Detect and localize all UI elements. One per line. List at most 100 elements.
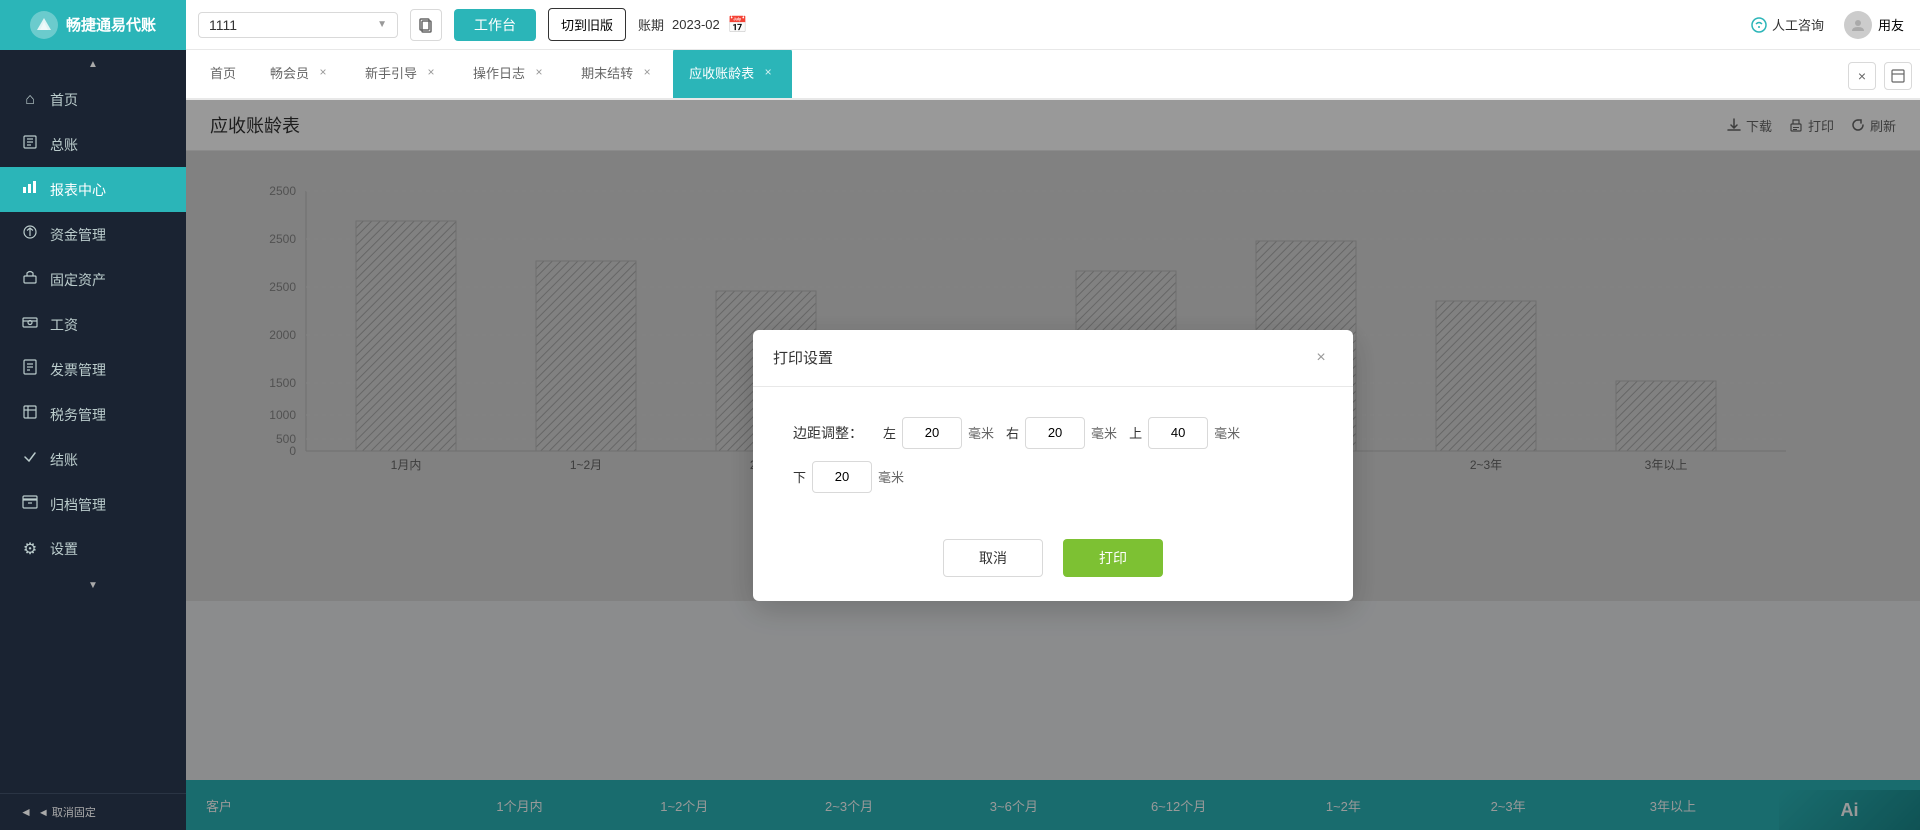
cancel-button[interactable]: 取消 (943, 539, 1043, 577)
sidebar-item-salary-label: 工资 (50, 315, 78, 335)
print-dialog: 打印设置 × 边距调整： 左 毫米 右 (753, 330, 1353, 601)
tab-oplog-label: 操作日志 (473, 63, 525, 82)
tab-oplog-close[interactable]: × (531, 64, 547, 80)
service-label: 人工咨询 (1772, 15, 1824, 34)
sidebar-scroll-up[interactable]: ▲ (0, 50, 186, 78)
period-label: 账期 (638, 15, 664, 34)
tabs-bar: 首页 畅会员 × 新手引导 × 操作日志 × 期末结转 × 应收账龄表 × (186, 50, 1920, 100)
checkout-icon (20, 449, 40, 470)
right-margin-group: 右 毫米 (1006, 417, 1117, 449)
reports-icon (20, 179, 40, 200)
sidebar-item-assets-label: 固定资产 (50, 270, 106, 290)
header-right: 人工咨询 用友 (1750, 11, 1904, 39)
right-margin-input[interactable] (1025, 417, 1085, 449)
tab-member[interactable]: 畅会员 × (254, 50, 347, 98)
collapse-arrow-icon: ◄ (20, 805, 32, 819)
tab-member-label: 畅会员 (270, 63, 309, 82)
sidebar-item-salary[interactable]: 工资 (0, 302, 186, 347)
archive-icon (20, 494, 40, 515)
calendar-icon[interactable]: 📅 (728, 15, 748, 35)
company-name: 1111 (209, 17, 369, 33)
tab-receivable[interactable]: 应收账龄表 × (673, 50, 792, 98)
left-unit-label: 毫米 (968, 423, 994, 442)
sidebar-item-invoice[interactable]: 发票管理 (0, 347, 186, 392)
sidebar-item-invoice-label: 发票管理 (50, 360, 106, 380)
top-margin-input[interactable] (1148, 417, 1208, 449)
sidebar-item-checkout[interactable]: 结账 (0, 437, 186, 482)
period-area: 账期 2023-02 📅 (638, 15, 748, 35)
sidebar-item-home[interactable]: ⌂ 首页 (0, 78, 186, 122)
service-button[interactable]: 人工咨询 (1750, 15, 1824, 34)
top-header: 畅捷通易代账 1111 ▼ 工作台 切到旧版 账期 2023-02 📅 人工咨询 (0, 0, 1920, 50)
sidebar-item-ledger-label: 总账 (50, 135, 78, 155)
modal-body: 边距调整： 左 毫米 右 毫米 (753, 387, 1353, 523)
sidebar-item-assets[interactable]: 固定资产 (0, 257, 186, 302)
workbench-button[interactable]: 工作台 (454, 9, 536, 41)
tab-oplog[interactable]: 操作日志 × (457, 50, 563, 98)
tabs-expand-button[interactable] (1884, 62, 1912, 90)
copy-button[interactable] (410, 9, 442, 41)
switch-old-button[interactable]: 切到旧版 (548, 8, 626, 41)
tab-period-end[interactable]: 期末结转 × (565, 50, 671, 98)
tab-period-end-close[interactable]: × (639, 64, 655, 80)
logo-area: 畅捷通易代账 (0, 0, 186, 50)
tab-guide-label: 新手引导 (365, 63, 417, 82)
ledger-icon (20, 134, 40, 155)
settings-icon: ⚙ (20, 539, 40, 559)
sidebar-item-funds[interactable]: 资金管理 (0, 212, 186, 257)
tab-home[interactable]: 首页 (194, 50, 252, 98)
tab-receivable-label: 应收账龄表 (689, 63, 754, 82)
company-selector[interactable]: 1111 ▼ (198, 12, 398, 38)
top-margin-group: 上 毫米 (1129, 417, 1240, 449)
sidebar-item-settings-label: 设置 (50, 539, 78, 559)
bottom-direction-label: 下 (793, 467, 806, 486)
logo-icon (30, 11, 58, 39)
tab-home-label: 首页 (210, 63, 236, 82)
print-confirm-button[interactable]: 打印 (1063, 539, 1163, 577)
bottom-margin-input[interactable] (812, 461, 872, 493)
left-margin-input[interactable] (902, 417, 962, 449)
sidebar-item-home-label: 首页 (50, 90, 78, 110)
tab-guide[interactable]: 新手引导 × (349, 50, 455, 98)
sidebar-item-archive[interactable]: 归档管理 (0, 482, 186, 527)
sidebar-item-tax[interactable]: 税务管理 (0, 392, 186, 437)
dropdown-arrow-icon: ▼ (377, 19, 387, 30)
user-name: 用友 (1878, 15, 1904, 34)
margin-row: 边距调整： 左 毫米 右 毫米 (793, 417, 1313, 493)
invoice-icon (20, 359, 40, 380)
bottom-margin-group: 下 毫米 (793, 461, 904, 493)
margin-label: 边距调整： (793, 423, 863, 443)
funds-icon (20, 224, 40, 245)
collapse-label: ◄ 取消固定 (38, 804, 96, 820)
sidebar-item-reports-label: 报表中心 (50, 180, 106, 200)
tax-icon (20, 404, 40, 425)
salary-icon (20, 314, 40, 335)
modal-overlay: 打印设置 × 边距调整： 左 毫米 右 (186, 100, 1920, 830)
assets-icon (20, 269, 40, 290)
modal-footer: 取消 打印 (753, 523, 1353, 601)
sidebar-item-checkout-label: 结账 (50, 450, 78, 470)
tabs-close-button[interactable]: × (1848, 62, 1876, 90)
main-layout: ▲ ⌂ 首页 总账 (0, 50, 1920, 830)
sidebar-item-ledger[interactable]: 总账 (0, 122, 186, 167)
sidebar-collapse[interactable]: ◄ ◄ 取消固定 (0, 793, 186, 830)
sidebar-item-funds-label: 资金管理 (50, 225, 106, 245)
sidebar-scroll-down[interactable]: ▼ (0, 571, 186, 599)
sidebar-item-reports[interactable]: 报表中心 (0, 167, 186, 212)
modal-close-button[interactable]: × (1309, 346, 1333, 370)
tab-guide-close[interactable]: × (423, 64, 439, 80)
right-unit-label: 毫米 (1091, 423, 1117, 442)
user-area[interactable]: 用友 (1844, 11, 1904, 39)
left-margin-group: 左 毫米 (883, 417, 994, 449)
top-unit-label: 毫米 (1214, 423, 1240, 442)
tab-receivable-close[interactable]: × (760, 64, 776, 80)
home-icon: ⌂ (20, 91, 40, 109)
modal-title: 打印设置 (773, 347, 833, 368)
bottom-unit-label: 毫米 (878, 467, 904, 486)
top-direction-label: 上 (1129, 423, 1142, 442)
right-direction-label: 右 (1006, 423, 1019, 442)
avatar (1844, 11, 1872, 39)
tab-member-close[interactable]: × (315, 64, 331, 80)
period-value: 2023-02 (672, 17, 720, 32)
sidebar-item-settings[interactable]: ⚙ 设置 (0, 527, 186, 571)
